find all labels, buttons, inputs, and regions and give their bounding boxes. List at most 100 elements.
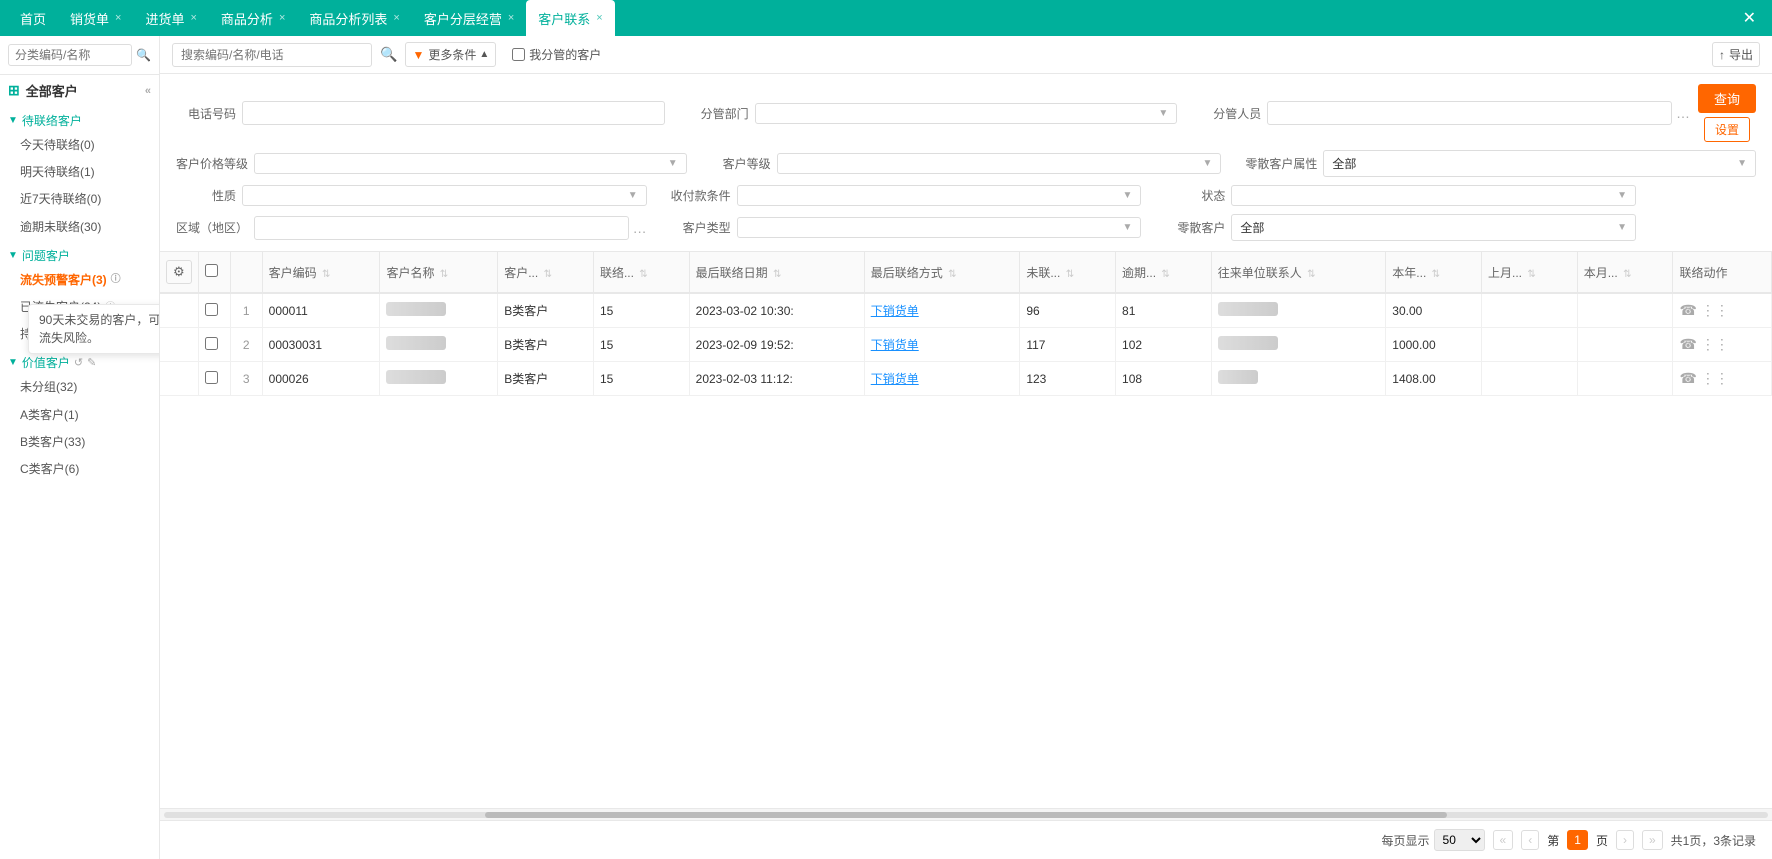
- scrollbar-track[interactable]: [164, 812, 1768, 818]
- close-sales-tab[interactable]: ×: [115, 12, 121, 24]
- col-customer-code[interactable]: 客户编码 ⇅: [262, 252, 380, 293]
- table-settings-button[interactable]: ⚙: [166, 260, 192, 284]
- per-page-select[interactable]: 50 20 100: [1434, 829, 1485, 851]
- row1-phone-icon[interactable]: ☎: [1679, 302, 1696, 319]
- customer-grade-select[interactable]: ▼: [777, 153, 1222, 174]
- first-page-button[interactable]: «: [1493, 830, 1514, 850]
- search-button[interactable]: 🔍: [380, 46, 397, 63]
- filter-row-4: 区域（地区） … 客户类型 ▼ 零散客户 全部: [176, 214, 1756, 241]
- row2-contact: 15: [593, 328, 689, 362]
- sidebar-item-ungroup[interactable]: 未分组(32): [0, 374, 159, 401]
- col-no-contact[interactable]: 未联... ⇅: [1020, 252, 1116, 293]
- my-customers-checkbox[interactable]: 我分管的客户: [512, 46, 601, 63]
- row1-checkbox[interactable]: [205, 303, 218, 316]
- sparse-select[interactable]: 全部 ▼: [1231, 214, 1636, 241]
- col-customer-type[interactable]: 客户... ⇅: [498, 252, 594, 293]
- more-icon-region[interactable]: …: [633, 220, 647, 236]
- row2-phone-icon[interactable]: ☎: [1679, 336, 1696, 353]
- col-last-contact-date[interactable]: 最后联络日期 ⇅: [689, 252, 864, 293]
- horizontal-scrollbar[interactable]: [160, 808, 1772, 820]
- export-button[interactable]: ↑ 导出: [1712, 42, 1760, 67]
- settings-button[interactable]: 设置: [1704, 117, 1750, 142]
- sparse-attr-select[interactable]: 全部 ▼: [1323, 150, 1756, 177]
- close-product-analysis-list-tab[interactable]: ×: [393, 12, 399, 24]
- scrollbar-thumb[interactable]: [485, 812, 1447, 818]
- col-overdue[interactable]: 逾期... ⇅: [1116, 252, 1212, 293]
- last-page-button[interactable]: »: [1642, 830, 1663, 850]
- sidebar-item-churn-warning[interactable]: 流失预警客户(3) ⓘ: [0, 267, 159, 294]
- chevron-down-icon-4: ▼: [1737, 158, 1747, 169]
- tab-product-analysis[interactable]: 商品分析 ×: [209, 0, 297, 36]
- row3-checkbox[interactable]: [205, 371, 218, 384]
- sidebar-item-overdue[interactable]: 逾期未联络(30): [0, 214, 159, 241]
- col-this-year[interactable]: 本年... ⇅: [1386, 252, 1482, 293]
- close-product-analysis-tab[interactable]: ×: [279, 12, 285, 24]
- sidebar-search-icon[interactable]: 🔍: [136, 48, 151, 62]
- filter-row-2: 客户价格等级 ▼ 客户等级 ▼ 零散客户属性: [176, 150, 1756, 177]
- row3-more-icon[interactable]: ⋮⋮: [1701, 370, 1729, 387]
- sidebar-item-7days[interactable]: 近7天待联络(0): [0, 186, 159, 213]
- row1-more-icon[interactable]: ⋮⋮: [1701, 302, 1729, 319]
- query-button[interactable]: 查询: [1698, 84, 1756, 113]
- more-conditions-button[interactable]: ▼ 更多条件 ▲: [405, 42, 496, 67]
- row3-overdue: 108: [1116, 362, 1212, 396]
- customer-table: ⚙ 客户编码 ⇅ 客户名称 ⇅: [160, 252, 1772, 396]
- nature-select[interactable]: ▼: [242, 185, 647, 206]
- close-customer-tier-tab[interactable]: ×: [508, 12, 514, 24]
- col-checkbox[interactable]: [198, 252, 230, 293]
- my-customers-checkbox-input[interactable]: [512, 48, 525, 61]
- row1-contact: 15: [593, 293, 689, 328]
- sidebar-group-problem[interactable]: ▼ 问题客户: [0, 241, 159, 267]
- tab-home[interactable]: 首页: [8, 0, 58, 36]
- payment-select[interactable]: ▼: [737, 185, 1142, 206]
- tab-customer-tier[interactable]: 客户分层经营 ×: [412, 0, 526, 36]
- col-last-month[interactable]: 上月... ⇅: [1482, 252, 1578, 293]
- col-contact[interactable]: 联络... ⇅: [593, 252, 689, 293]
- row1-name-blurred: [386, 302, 446, 316]
- sidebar-item-tomorrow[interactable]: 明天待联络(1): [0, 159, 159, 186]
- col-company-contact[interactable]: 往来单位联系人 ⇅: [1211, 252, 1386, 293]
- refresh-icon[interactable]: ↺: [74, 356, 83, 369]
- edit-icon[interactable]: ✎: [87, 356, 96, 369]
- status-select[interactable]: ▼: [1231, 185, 1636, 206]
- row1-way[interactable]: 下销货单: [864, 293, 1020, 328]
- close-customer-contact-tab[interactable]: ×: [596, 12, 602, 24]
- sidebar-item-today[interactable]: 今天待联络(0): [0, 132, 159, 159]
- prev-page-button[interactable]: ‹: [1521, 830, 1539, 850]
- row2-more-icon[interactable]: ⋮⋮: [1701, 336, 1729, 353]
- tab-customer-contact[interactable]: 客户联系 ×: [526, 0, 614, 36]
- row3-way[interactable]: 下销货单: [864, 362, 1020, 396]
- col-action: 联络动作: [1673, 252, 1772, 293]
- dept-select[interactable]: ▼: [755, 103, 1178, 124]
- table-area: ⚙ 客户编码 ⇅ 客户名称 ⇅: [160, 252, 1772, 808]
- region-input[interactable]: [254, 216, 629, 240]
- next-page-button[interactable]: ›: [1616, 830, 1634, 850]
- sidebar-search-input[interactable]: [8, 44, 132, 66]
- phone-input[interactable]: [242, 101, 665, 125]
- search-input[interactable]: [172, 43, 372, 67]
- row3-phone-icon[interactable]: ☎: [1679, 370, 1696, 387]
- tab-sales[interactable]: 销货单 ×: [58, 0, 133, 36]
- select-all-checkbox[interactable]: [205, 264, 218, 277]
- sidebar-group-pending[interactable]: ▼ 待联络客户: [0, 106, 159, 132]
- sidebar-item-a-class[interactable]: A类客户(1): [0, 402, 159, 429]
- sidebar-all-customers[interactable]: ⊞ 全部客户 «: [0, 75, 159, 106]
- col-this-month[interactable]: 本月... ⇅: [1577, 252, 1673, 293]
- col-settings[interactable]: ⚙: [160, 252, 198, 293]
- row2-way[interactable]: 下销货单: [864, 328, 1020, 362]
- info-icon-churn[interactable]: ⓘ: [111, 272, 121, 288]
- table-row: 2 00030031 B类客户 15 2023-02-09 19:52: 下销货…: [160, 328, 1772, 362]
- sidebar-item-b-class[interactable]: B类客户(33): [0, 429, 159, 456]
- col-last-contact-way[interactable]: 最后联络方式 ⇅: [864, 252, 1020, 293]
- tab-product-analysis-list[interactable]: 商品分析列表 ×: [297, 0, 411, 36]
- tab-purchase[interactable]: 进货单 ×: [133, 0, 208, 36]
- window-close-button[interactable]: ✕: [1735, 8, 1764, 28]
- customer-type-select[interactable]: ▼: [737, 217, 1142, 238]
- more-icon-manager[interactable]: …: [1676, 105, 1690, 121]
- price-grade-select[interactable]: ▼: [254, 153, 687, 174]
- close-purchase-tab[interactable]: ×: [190, 12, 196, 24]
- row2-checkbox[interactable]: [205, 337, 218, 350]
- manager-input[interactable]: [1267, 101, 1672, 125]
- sidebar-item-c-class[interactable]: C类客户(6): [0, 456, 159, 483]
- col-customer-name[interactable]: 客户名称 ⇅: [380, 252, 498, 293]
